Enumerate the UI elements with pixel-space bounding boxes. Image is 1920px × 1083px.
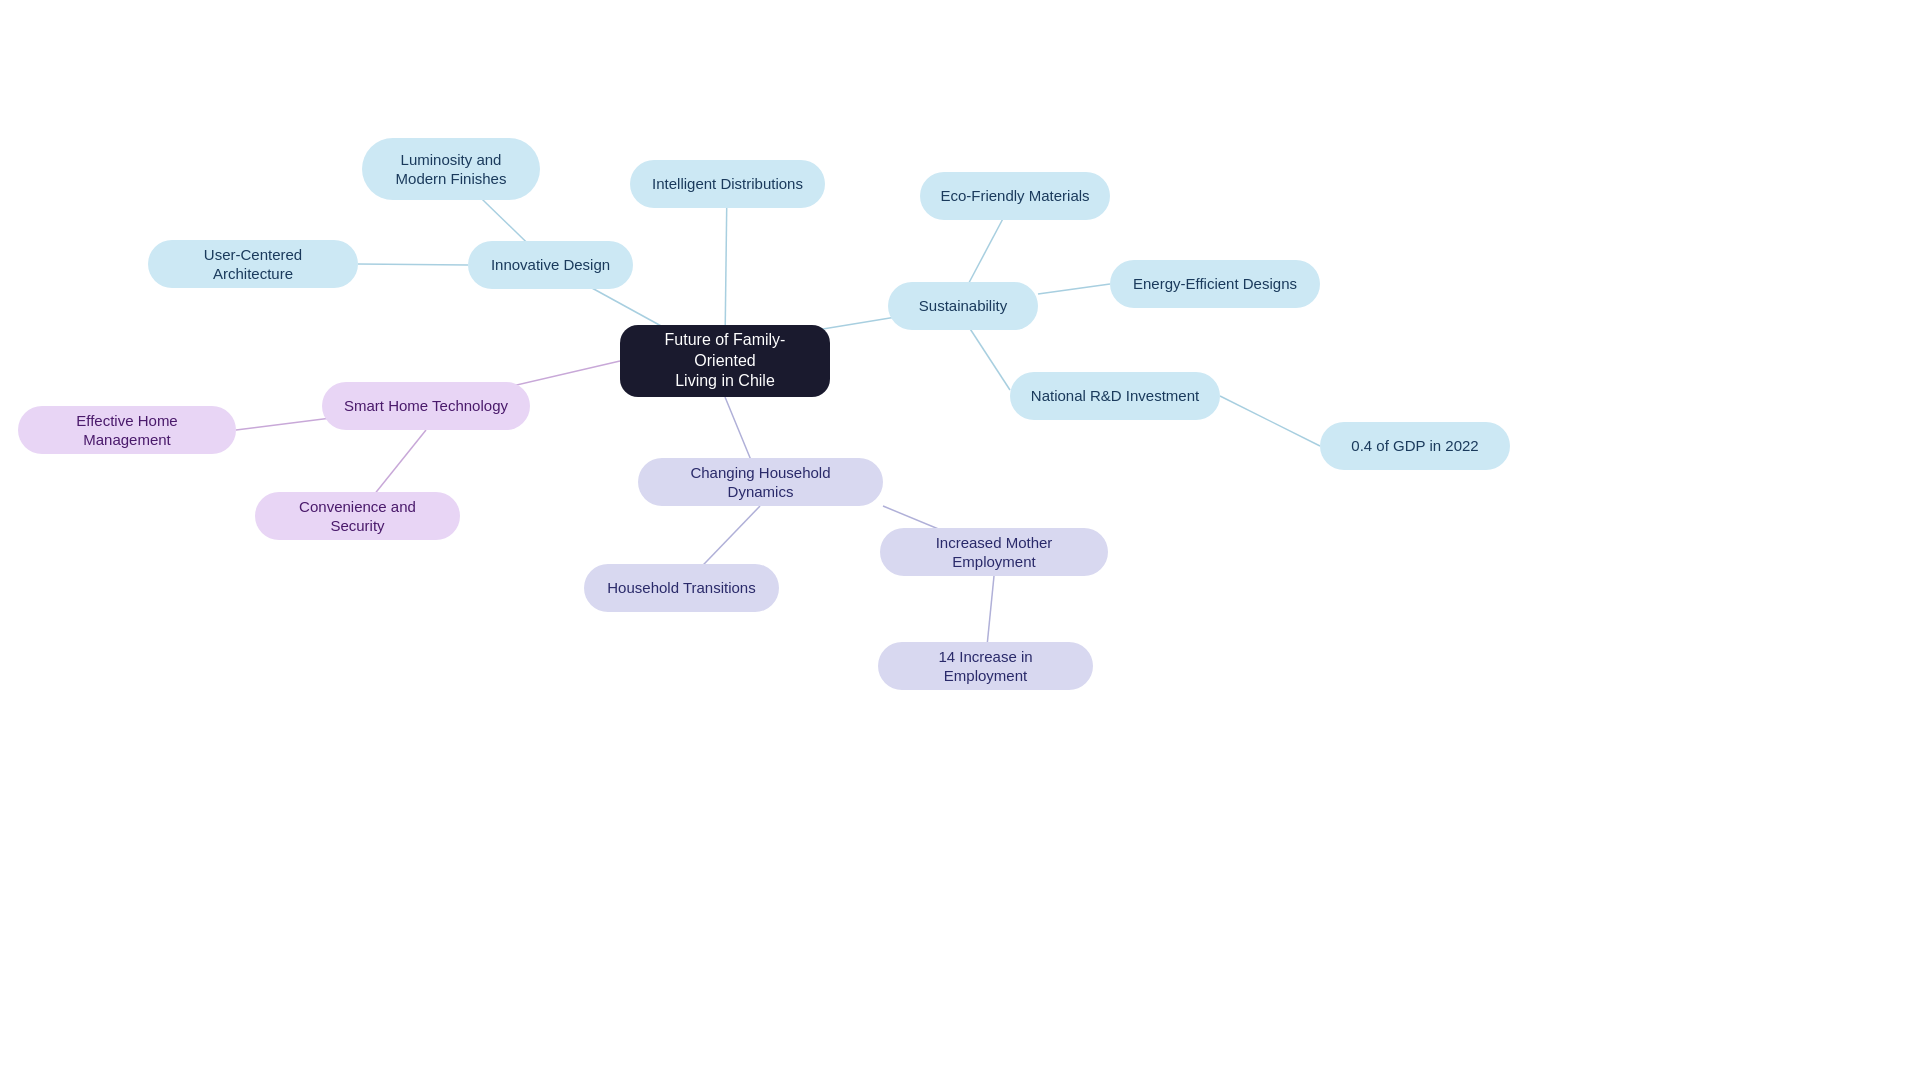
innovative-design-node: Innovative Design — [468, 241, 633, 289]
intelligent-label: Intelligent Distributions — [652, 174, 803, 194]
innovative-design-label: Innovative Design — [491, 255, 610, 275]
user-centered-label: User-Centered Architecture — [168, 245, 338, 284]
energy-efficient-node: Energy-Efficient Designs — [1110, 260, 1320, 308]
eco-friendly-node: Eco-Friendly Materials — [920, 172, 1110, 220]
energy-efficient-label: Energy-Efficient Designs — [1133, 274, 1297, 294]
center-label: Future of Family-Oriented Living in Chil… — [648, 330, 802, 392]
changing-household-node: Changing Household Dynamics — [638, 458, 883, 506]
increased-mother-label: Increased Mother Employment — [900, 533, 1088, 572]
household-transitions-label: Household Transitions — [607, 578, 755, 598]
effective-home-label: Effective Home Management — [38, 411, 216, 450]
changing-household-label: Changing Household Dynamics — [658, 463, 863, 502]
household-transitions-node: Household Transitions — [584, 564, 779, 612]
svg-line-10 — [1220, 396, 1320, 446]
user-centered-node: User-Centered Architecture — [148, 240, 358, 288]
convenience-node: Convenience and Security — [255, 492, 460, 540]
national-rd-label: National R&D Investment — [1031, 386, 1199, 406]
luminosity-label: Luminosity and Modern Finishes — [382, 150, 520, 189]
increased-mother-node: Increased Mother Employment — [880, 528, 1108, 576]
eco-friendly-label: Eco-Friendly Materials — [940, 186, 1089, 206]
gdp-label: 0.4 of GDP in 2022 — [1351, 436, 1478, 456]
center-node: Future of Family-Oriented Living in Chil… — [620, 325, 830, 397]
intelligent-distributions-node: Intelligent Distributions — [630, 160, 825, 208]
luminosity-node: Luminosity and Modern Finishes — [362, 138, 540, 200]
sustainability-node: Sustainability — [888, 282, 1038, 330]
convenience-label: Convenience and Security — [275, 497, 440, 536]
increase-employment-node: 14 Increase in Employment — [878, 642, 1093, 690]
svg-line-6 — [358, 264, 468, 265]
svg-line-8 — [1038, 284, 1110, 294]
increase-employment-label: 14 Increase in Employment — [898, 647, 1073, 686]
national-rd-node: National R&D Investment — [1010, 372, 1220, 420]
smart-home-label: Smart Home Technology — [344, 396, 508, 416]
smart-home-node: Smart Home Technology — [322, 382, 530, 430]
sustainability-label: Sustainability — [919, 296, 1007, 316]
gdp-node: 0.4 of GDP in 2022 — [1320, 422, 1510, 470]
svg-line-1 — [725, 184, 727, 345]
effective-home-node: Effective Home Management — [18, 406, 236, 454]
